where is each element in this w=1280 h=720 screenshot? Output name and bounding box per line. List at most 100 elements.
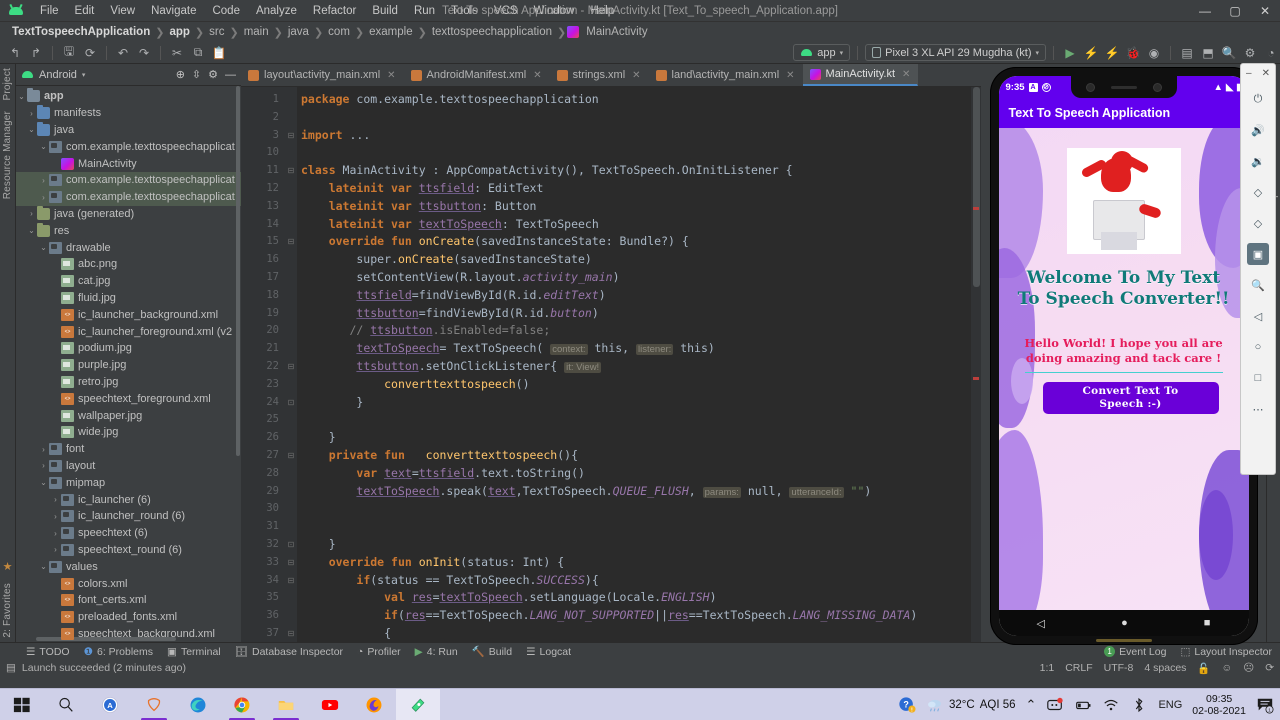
- feedback-happy-icon[interactable]: ☺: [1222, 662, 1233, 674]
- locate-icon[interactable]: ⊕: [176, 68, 185, 81]
- emulator-toolbar-window-controls[interactable]: – ✕: [1241, 68, 1275, 79]
- fold-marker[interactable]: [285, 198, 297, 216]
- close-tab-icon[interactable]: ✕: [387, 70, 395, 81]
- tree-item[interactable]: › speechtext_round (6): [16, 542, 241, 559]
- settings-icon[interactable]: ⚙: [208, 68, 218, 81]
- menu-tools[interactable]: Tools: [443, 2, 486, 20]
- fold-marker[interactable]: [285, 429, 297, 447]
- redo-icon[interactable]: ↷: [135, 44, 153, 62]
- fold-marker[interactable]: [285, 500, 297, 518]
- avd-manager-icon[interactable]: ▤: [1178, 44, 1196, 62]
- breadcrumb-app[interactable]: app: [165, 26, 193, 38]
- module-selector[interactable]: app ▾: [793, 44, 851, 61]
- tree-item[interactable]: › java (generated): [16, 205, 241, 223]
- menu-run[interactable]: Run: [406, 2, 443, 20]
- run-button[interactable]: ▶: [1061, 44, 1079, 62]
- chevron-down-icon[interactable]: ⌄: [38, 478, 49, 487]
- apply-changes-icon[interactable]: ⚡: [1082, 44, 1100, 62]
- windows-start-icon[interactable]: [0, 689, 44, 720]
- undo-icon[interactable]: ↶: [114, 44, 132, 62]
- weather-widget[interactable]: 32°C AQI 56: [926, 696, 1016, 714]
- debug-icon[interactable]: 🐞: [1124, 44, 1142, 62]
- hide-icon[interactable]: —: [225, 69, 236, 81]
- tree-item[interactable]: › com.example.texttospeechapplicat: [16, 171, 241, 189]
- tree-item[interactable]: › layout: [16, 458, 241, 475]
- fold-marker[interactable]: [285, 376, 297, 394]
- fold-marker[interactable]: [285, 109, 297, 127]
- sdk-manager-icon[interactable]: ⬒: [1199, 44, 1217, 62]
- chevron-right-icon[interactable]: ›: [50, 545, 61, 554]
- tool-window-database-inspector[interactable]: 🗄 Database Inspector: [235, 645, 343, 659]
- notification-center-icon[interactable]: 1: [1256, 696, 1274, 714]
- chevron-down-icon[interactable]: ⌄: [26, 125, 37, 134]
- zoom-icon[interactable]: 🔍: [1247, 274, 1269, 296]
- tool-window-run[interactable]: ▶ 4: Run: [415, 646, 458, 658]
- chevron-down-icon[interactable]: ⌄: [38, 562, 49, 571]
- editor-tab[interactable]: strings.xml ✕: [550, 64, 649, 86]
- android-studio-icon[interactable]: [396, 688, 440, 720]
- search-icon[interactable]: [44, 689, 88, 720]
- fold-marker[interactable]: ⊡: [285, 536, 297, 554]
- fold-marker[interactable]: ⊟: [285, 554, 297, 572]
- tree-item[interactable]: wallpaper.jpg: [16, 407, 241, 424]
- gear-icon[interactable]: ⚙: [1241, 44, 1259, 62]
- main-menu[interactable]: File Edit View Navigate Code Analyze Ref…: [32, 2, 622, 20]
- close-tab-icon[interactable]: ✕: [533, 70, 541, 81]
- breadcrumb-example[interactable]: example: [365, 26, 416, 38]
- fold-marker[interactable]: ⊟: [285, 358, 297, 376]
- menu-file[interactable]: File: [32, 2, 67, 20]
- editor-tab[interactable]: layout\activity_main.xml ✕: [241, 64, 404, 86]
- fold-marker[interactable]: [285, 269, 297, 287]
- chevron-down-icon[interactable]: ▾: [82, 71, 86, 79]
- home-icon[interactable]: ○: [1247, 336, 1269, 358]
- menu-view[interactable]: View: [102, 2, 143, 20]
- menu-help[interactable]: Help: [582, 2, 622, 20]
- language-indicator[interactable]: ENG: [1158, 699, 1182, 711]
- power-icon[interactable]: ⏻: [1247, 88, 1269, 110]
- chevron-down-icon[interactable]: ⌄: [26, 226, 37, 235]
- tree-item[interactable]: ⌄ java: [16, 121, 241, 139]
- emulator-control-toolbar[interactable]: – ✕ ⏻ 🔊 🔉 ◇ ◇ ▣ 🔍 ◁ ○ □ ⋯: [1240, 63, 1276, 475]
- fold-marker[interactable]: [285, 287, 297, 305]
- close-button[interactable]: ✕: [1250, 0, 1280, 22]
- apply-code-changes-icon[interactable]: ⚡: [1103, 44, 1121, 62]
- source-code[interactable]: package com.example.texttospeechapplicat…: [297, 87, 981, 642]
- convert-text-to-speech-button[interactable]: Convert Text To Speech :-): [1042, 382, 1219, 414]
- youtube-icon[interactable]: [308, 689, 352, 720]
- volume-down-icon[interactable]: 🔉: [1247, 150, 1269, 172]
- tree-item[interactable]: purple.jpg: [16, 357, 241, 374]
- menu-navigate[interactable]: Navigate: [143, 2, 204, 20]
- save-all-icon[interactable]: 🖫: [60, 44, 78, 62]
- tree-item[interactable]: › com.example.texttospeechapplicat: [16, 188, 241, 206]
- emulator-close-icon[interactable]: ✕: [1262, 68, 1270, 79]
- editor-tab[interactable]: AndroidManifest.xml ✕: [404, 64, 550, 86]
- forward-nav-icon[interactable]: ↱: [27, 44, 45, 62]
- chevron-down-icon[interactable]: ⌄: [16, 92, 27, 101]
- show-hidden-icons-chevron[interactable]: ⌃: [1026, 697, 1037, 713]
- back-icon[interactable]: ◁: [1247, 305, 1269, 327]
- battery-tray-icon[interactable]: [1074, 696, 1092, 714]
- menu-vcs[interactable]: VCS: [486, 2, 526, 20]
- rotate-right-icon[interactable]: ◇: [1247, 212, 1269, 234]
- chevron-right-icon[interactable]: ›: [38, 461, 49, 470]
- menu-window[interactable]: Window: [526, 2, 583, 20]
- tree-item[interactable]: ic_launcher_background.xml: [16, 306, 241, 323]
- tree-item[interactable]: abc.png: [16, 256, 241, 273]
- editor-scrollbar[interactable]: [971, 87, 981, 642]
- breadcrumb-main[interactable]: main: [240, 26, 273, 38]
- tree-item[interactable]: ⌄ com.example.texttospeechapplicat: [16, 138, 241, 155]
- lock-icon[interactable]: 🔓: [1197, 662, 1210, 675]
- tool-window-event-log[interactable]: 1 Event Log: [1104, 646, 1166, 658]
- fold-marker[interactable]: ⊟: [285, 162, 297, 180]
- feedback-sad-icon[interactable]: ☹: [1243, 662, 1254, 674]
- fold-marker[interactable]: [285, 518, 297, 536]
- strip-project[interactable]: Project: [2, 68, 13, 101]
- menu-analyze[interactable]: Analyze: [248, 2, 305, 20]
- background-tasks-icon[interactable]: ⟳: [1265, 662, 1274, 674]
- breadcrumb-com[interactable]: com: [324, 26, 354, 38]
- tree-item[interactable]: › manifests: [16, 105, 241, 122]
- editor-tabs[interactable]: layout\activity_main.xml ✕ AndroidManifest…: [241, 64, 981, 87]
- strip-favorites[interactable]: 2: Favorites: [2, 583, 13, 638]
- editor-tab[interactable]: MainActivity.kt ✕: [802, 64, 919, 86]
- breadcrumb-java[interactable]: java: [284, 26, 313, 38]
